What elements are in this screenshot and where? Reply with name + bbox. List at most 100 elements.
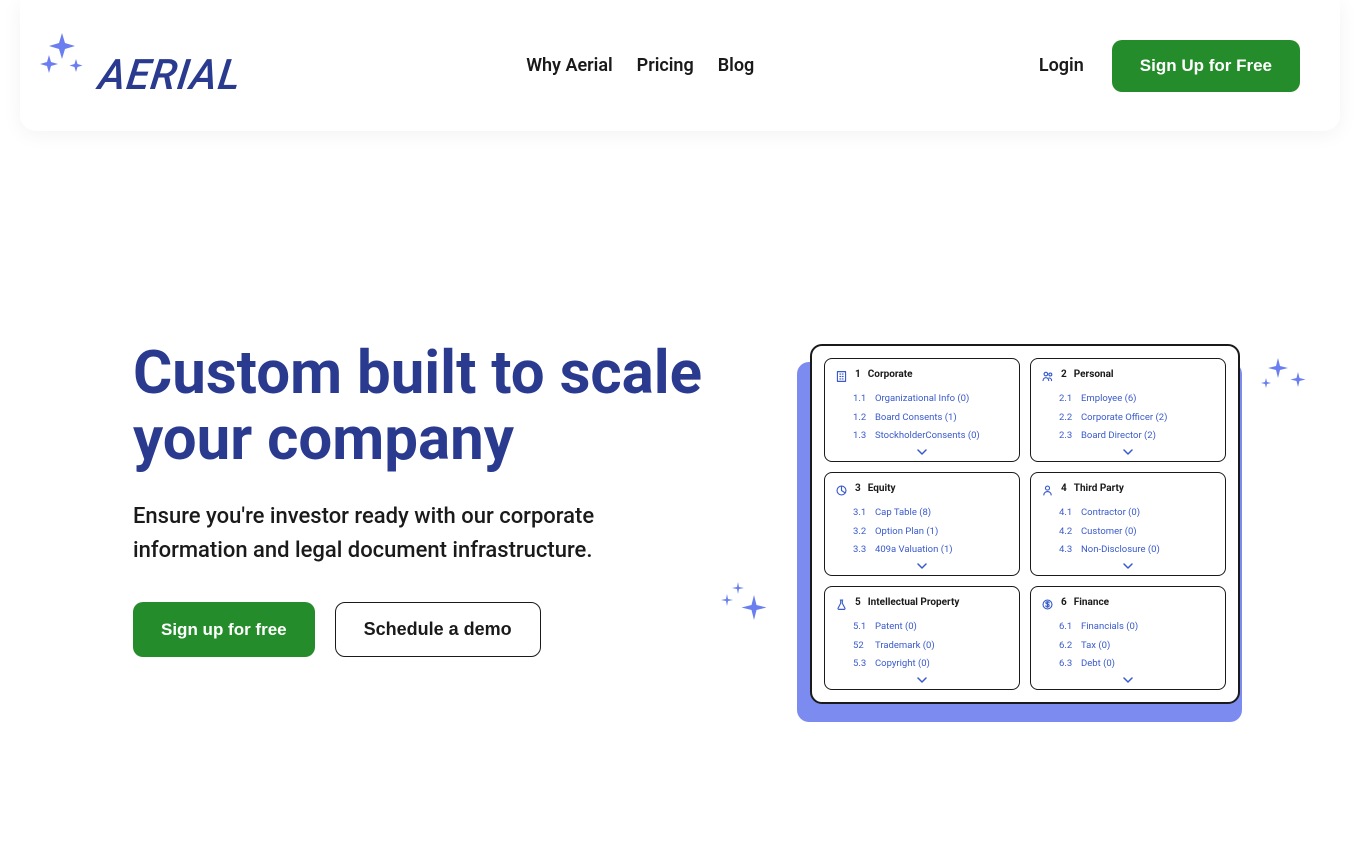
item-label: Employee (6) (1081, 390, 1137, 409)
chevron-down-icon[interactable] (1123, 676, 1133, 687)
building-icon (835, 368, 848, 381)
item-number: 4.2 (1059, 523, 1075, 542)
card-title: Finance (1074, 597, 1109, 608)
dashboard-card: 3 Equity 3.1 Cap Table (8)3.2Option Plan (1… (824, 472, 1020, 576)
sparkle-icon (720, 582, 770, 627)
hero-section: Custom built to scale your company Ensur… (133, 340, 713, 657)
hero-signup-button[interactable]: Sign up for free (133, 602, 315, 657)
dashboard-card: 4 Third Party 4.1 Contractor (0) 4.2 Customer… (1030, 472, 1226, 576)
item-number: 5.1 (853, 618, 869, 637)
item-number: 6.1 (1059, 618, 1075, 637)
card-item[interactable]: 3.2Option Plan (1) (853, 523, 1009, 542)
item-number: 2.2 (1059, 409, 1075, 428)
card-number: 2 (1061, 369, 1067, 380)
item-number: 2.3 (1059, 427, 1075, 446)
item-number: 3.1 (853, 504, 869, 523)
item-label: Corporate Officer (2) (1081, 409, 1167, 428)
chevron-down-icon[interactable] (1123, 562, 1133, 573)
card-item[interactable]: 6.1 Financials (0) (1059, 618, 1215, 637)
dashboard-card: 6 Finance 6.1 Financials (0)6.2Tax (0)6.3De… (1030, 586, 1226, 690)
dollar-icon (1041, 596, 1054, 609)
card-items: 4.1 Contractor (0) 4.2 Customer (0)4.3Non-D… (1041, 504, 1215, 560)
card-item[interactable]: 1.3 StockholderConsents (0) (853, 427, 1009, 446)
card-header: 2 Personal (1041, 368, 1215, 381)
card-item[interactable]: 52 Trademark (0) (853, 637, 1009, 656)
hero-title: Custom built to scale your company (133, 340, 713, 472)
card-header: 5 Intellectual Property (835, 596, 1009, 609)
flask-icon (835, 596, 848, 609)
card-item[interactable]: 6.2Tax (0) (1059, 637, 1215, 656)
card-item[interactable]: 6.3Debt (0) (1059, 655, 1215, 674)
card-title: Third Party (1074, 483, 1124, 494)
card-item[interactable]: 4.1 Contractor (0) (1059, 504, 1215, 523)
item-label: Customer (0) (1081, 523, 1137, 542)
card-header: 4 Third Party (1041, 482, 1215, 495)
card-number: 5 (855, 597, 861, 608)
item-label: StockholderConsents (0) (875, 427, 980, 446)
dashboard-card: 5 Intellectual Property 5.1 Patent (0) 52 Tra… (824, 586, 1020, 690)
item-number: 1.3 (853, 427, 869, 446)
item-number: 6.2 (1059, 637, 1075, 656)
card-header: 3 Equity (835, 482, 1009, 495)
sparkle-icon (40, 31, 95, 91)
card-item[interactable]: 4.3Non-Disclosure (0) (1059, 541, 1215, 560)
item-number: 4.1 (1059, 504, 1075, 523)
nav-pricing[interactable]: Pricing (637, 55, 694, 76)
item-number: 52 (853, 637, 869, 656)
card-header: 1Corporate (835, 368, 1009, 381)
primary-nav: Why Aerial Pricing Blog (526, 55, 754, 76)
item-label: Contractor (0) (1081, 504, 1140, 523)
item-label: Organizational Info (0) (875, 390, 969, 409)
hero-actions: Sign up for free Schedule a demo (133, 602, 713, 657)
chevron-down-icon[interactable] (1123, 448, 1133, 459)
site-header: AERIAL Why Aerial Pricing Blog Login Sig… (20, 0, 1340, 131)
item-label: Cap Table (8) (875, 504, 931, 523)
item-number: 5.3 (853, 655, 869, 674)
card-item[interactable]: 5.1 Patent (0) (853, 618, 1009, 637)
item-number: 1.1 (853, 390, 869, 409)
card-number: 4 (1061, 483, 1067, 494)
chevron-down-icon[interactable] (917, 448, 927, 459)
card-items: 6.1 Financials (0)6.2Tax (0)6.3Debt (0) (1041, 618, 1215, 674)
login-link[interactable]: Login (1039, 55, 1084, 76)
card-item[interactable]: 1.2Board Consents (1) (853, 409, 1009, 428)
item-label: Board Consents (1) (875, 409, 957, 428)
card-item[interactable]: 5.3 Copyright (0) (853, 655, 1009, 674)
signup-button[interactable]: Sign Up for Free (1112, 40, 1300, 92)
logo-text: AERIAL (96, 51, 245, 100)
card-item[interactable]: 3.3409a Valuation (1) (853, 541, 1009, 560)
card-title: Personal (1074, 369, 1114, 380)
sparkle-icon (1260, 358, 1310, 398)
card-item[interactable]: 4.2 Customer (0) (1059, 523, 1215, 542)
header-actions: Login Sign Up for Free (1039, 40, 1300, 92)
item-number: 3.2 (853, 523, 869, 542)
item-label: Trademark (0) (875, 637, 935, 656)
item-label: Copyright (0) (875, 655, 930, 674)
card-title: Corporate (868, 369, 913, 380)
card-item[interactable]: 2.3 Board Director (2) (1059, 427, 1215, 446)
dashboard-illustration: 1Corporate 1.1 Organizational Info (0)1.2B… (797, 344, 1242, 722)
item-label: 409a Valuation (1) (875, 541, 953, 560)
dashboard-card: 1Corporate 1.1 Organizational Info (0)1.2B… (824, 358, 1020, 462)
hero-demo-button[interactable]: Schedule a demo (335, 602, 541, 657)
card-title: Equity (868, 483, 896, 494)
item-number: 6.3 (1059, 655, 1075, 674)
card-number: 3 (855, 483, 861, 494)
item-label: Board Director (2) (1081, 427, 1156, 446)
card-item[interactable]: 1.1 Organizational Info (0) (853, 390, 1009, 409)
nav-why-aerial[interactable]: Why Aerial (526, 55, 612, 76)
item-label: Patent (0) (875, 618, 917, 637)
card-item[interactable]: 3.1 Cap Table (8) (853, 504, 1009, 523)
card-number: 6 (1061, 597, 1067, 608)
chevron-down-icon[interactable] (917, 676, 927, 687)
chevron-down-icon[interactable] (917, 562, 927, 573)
item-label: Financials (0) (1081, 618, 1138, 637)
nav-blog[interactable]: Blog (718, 55, 755, 76)
dashboard-card: 2 Personal 2.1Employee (6)2.2 Corporate Off… (1030, 358, 1226, 462)
card-items: 2.1Employee (6)2.2Corporate Officer (2)2… (1041, 390, 1215, 446)
logo[interactable]: AERIAL (40, 31, 242, 100)
card-item[interactable]: 2.2 Corporate Officer (2) (1059, 409, 1215, 428)
card-items: 3.1 Cap Table (8)3.2Option Plan (1)3.3409… (835, 504, 1009, 560)
card-item[interactable]: 2.1Employee (6) (1059, 390, 1215, 409)
card-title: Intellectual Property (868, 597, 960, 608)
